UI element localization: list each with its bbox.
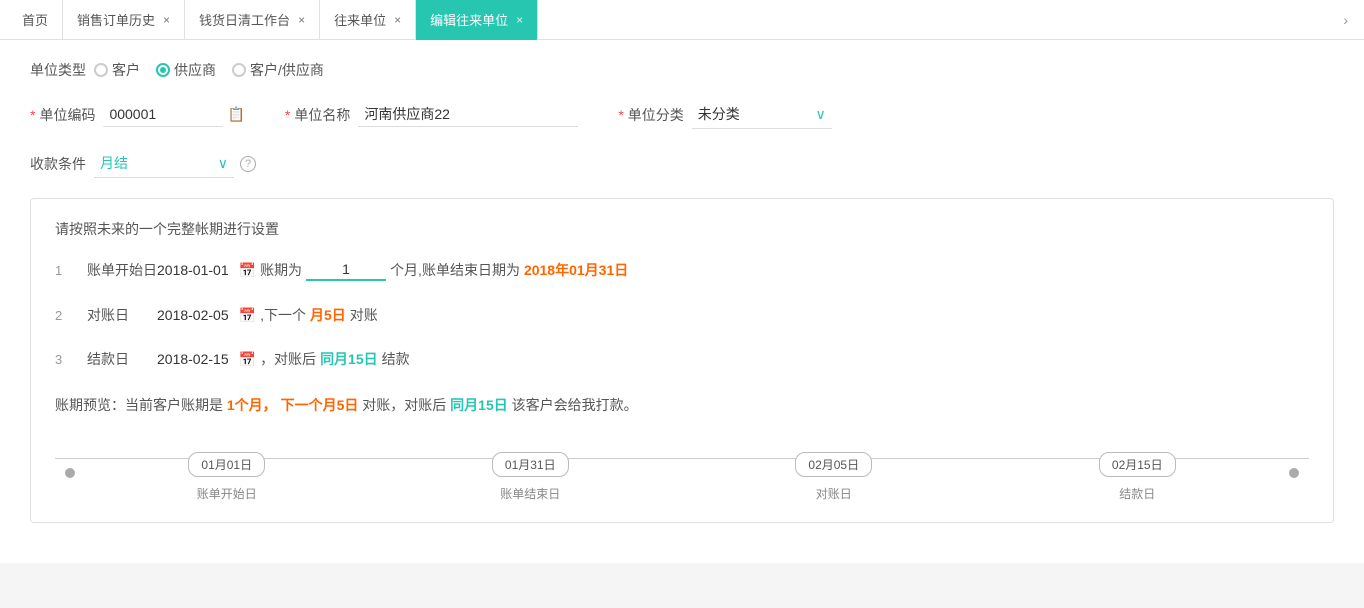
period-row-1-calendar-icon[interactable]: 📅	[239, 262, 256, 279]
preview-p3: 同月15日	[450, 397, 508, 413]
unit-type-row: 单位类型 客户 供应商 客户/供应商	[30, 60, 1334, 80]
tab-partner[interactable]: 往来单位 ×	[320, 0, 416, 40]
radio-customer[interactable]: 客户	[94, 60, 140, 80]
unit-category-label: 单位分类	[628, 105, 684, 125]
timeline-point-2: 01月31日 账单结束日	[379, 452, 683, 502]
period-settings-box: 请按照未来的一个完整帐期进行设置 1 账单开始日 2018-01-01 📅 账期…	[30, 198, 1334, 523]
period-row-2-label: 对账日	[87, 305, 157, 325]
timeline-date-3: 02月05日	[795, 452, 872, 477]
timeline: 01月01日 账单开始日 01月31日 账单结束日 02月05日 对账日 02月…	[55, 442, 1309, 502]
radio-both-circle	[232, 63, 246, 77]
unit-category-value: 未分类	[698, 104, 812, 124]
tab-sales-history[interactable]: 销售订单历史 ×	[63, 0, 185, 40]
timeline-label-1: 账单开始日	[197, 485, 257, 502]
period-row-2-num: 2	[55, 308, 75, 323]
close-tab-1-icon[interactable]: ×	[163, 13, 170, 27]
preview-p1: 1个月，	[227, 397, 277, 413]
period-row-3-calendar-icon[interactable]: 📅	[239, 351, 256, 368]
unit-category-star: *	[618, 107, 623, 123]
timeline-label-4: 结款日	[1119, 485, 1155, 502]
payment-row: 收款条件 月结 ∨ ?	[30, 149, 1334, 178]
close-tab-3-icon[interactable]: ×	[394, 13, 401, 27]
unit-code-input[interactable]	[103, 102, 223, 127]
radio-supplier[interactable]: 供应商	[156, 60, 216, 80]
unit-type-label: 单位类型	[30, 60, 86, 80]
period-row-3-pre: ，对账后	[260, 349, 316, 369]
payment-terms-label: 收款条件	[30, 154, 86, 174]
period-row-3: 3 结款日 2018-02-15 📅 ，对账后 同月15日 结款	[55, 349, 1309, 369]
payment-terms-group: 收款条件 月结 ∨ ?	[30, 149, 256, 178]
tab-more-button[interactable]: ›	[1335, 12, 1356, 28]
help-icon[interactable]: ?	[240, 156, 256, 172]
period-row-1-period-text: 账期为	[260, 260, 302, 280]
payment-terms-select[interactable]: 月结 ∨	[94, 149, 234, 178]
period-row-2-pre: ,下一个	[260, 305, 306, 325]
period-title: 请按照未来的一个完整帐期进行设置	[55, 219, 1309, 239]
radio-both[interactable]: 客户/供应商	[232, 60, 324, 80]
unit-code-group: * 单位编码 📋	[30, 102, 245, 127]
timeline-end-dot	[1289, 468, 1299, 478]
unit-code-calendar-icon[interactable]: 📋	[227, 106, 244, 123]
tab-daily-clear[interactable]: 钱货日清工作台 ×	[185, 0, 320, 40]
payment-terms-dropdown-icon: ∨	[218, 155, 228, 172]
payment-terms-value: 月结	[100, 153, 214, 173]
period-row-1-num: 1	[55, 263, 75, 278]
period-row-3-date: 2018-02-15	[157, 351, 229, 367]
close-tab-2-icon[interactable]: ×	[298, 13, 305, 27]
period-row-3-num: 3	[55, 352, 75, 367]
period-row-3-label: 结款日	[87, 349, 157, 369]
unit-info-row: * 单位编码 📋 * 单位名称 * 单位分类 未分类 ∨	[30, 100, 1334, 129]
unit-code-star: *	[30, 107, 35, 123]
unit-category-select[interactable]: 未分类 ∨	[692, 100, 832, 129]
tab-edit-partner[interactable]: 编辑往来单位 ×	[416, 0, 538, 40]
radio-customer-circle	[94, 63, 108, 77]
unit-code-label: 单位编码	[39, 105, 95, 125]
timeline-point-3: 02月05日 对账日	[682, 452, 986, 502]
tab-home[interactable]: 首页	[8, 0, 63, 40]
unit-name-label: 单位名称	[294, 105, 350, 125]
timeline-point-4: 02月15日 结款日	[986, 452, 1290, 502]
unit-type-group: 单位类型 客户 供应商 客户/供应商	[30, 60, 324, 80]
period-row-3-highlight: 同月15日	[320, 349, 378, 369]
period-row-3-post: 结款	[382, 349, 410, 369]
preview-p2: 下一个月5日	[281, 397, 359, 413]
period-row-2: 2 对账日 2018-02-05 📅 ,下一个 月5日 对账	[55, 305, 1309, 325]
unit-name-group: * 单位名称	[285, 102, 578, 127]
period-row-2-date: 2018-02-05	[157, 307, 229, 323]
timeline-date-1: 01月01日	[188, 452, 265, 477]
unit-type-radio-group: 客户 供应商 客户/供应商	[94, 60, 324, 80]
close-tab-4-icon[interactable]: ×	[516, 13, 523, 27]
period-end-date: 2018年01月31日	[524, 260, 628, 280]
timeline-date-2: 01月31日	[492, 452, 569, 477]
unit-name-input[interactable]	[358, 102, 578, 127]
period-row-1-date: 2018-01-01	[157, 262, 229, 278]
timeline-label-3: 对账日	[816, 485, 852, 502]
period-row-1-label: 账单开始日	[87, 260, 157, 280]
unit-category-dropdown-icon: ∨	[816, 106, 826, 123]
timeline-label-2: 账单结束日	[500, 485, 560, 502]
timeline-date-4: 02月15日	[1099, 452, 1176, 477]
preview-text: 账期预览：当前客户账期是 1个月， 下一个月5日 对账，对账后 同月15日 该客…	[55, 393, 1309, 418]
page-content: 单位类型 客户 供应商 客户/供应商 * 单位编码	[0, 40, 1364, 563]
unit-category-group: * 单位分类 未分类 ∨	[618, 100, 831, 129]
radio-supplier-circle	[156, 63, 170, 77]
unit-name-star: *	[285, 107, 290, 123]
timeline-point-1: 01月01日 账单开始日	[75, 452, 379, 502]
tab-bar: 首页 销售订单历史 × 钱货日清工作台 × 往来单位 × 编辑往来单位 × ›	[0, 0, 1364, 40]
period-row-2-highlight: 月5日	[310, 305, 346, 325]
period-row-2-calendar-icon[interactable]: 📅	[239, 307, 256, 324]
period-value-input[interactable]	[306, 259, 386, 281]
period-row-1: 1 账单开始日 2018-01-01 📅 账期为 个月,账单结束日期为 2018…	[55, 259, 1309, 281]
timeline-start-dot	[65, 468, 75, 478]
period-row-2-post: 对账	[350, 305, 378, 325]
period-unit-text: 个月,账单结束日期为	[390, 260, 520, 280]
